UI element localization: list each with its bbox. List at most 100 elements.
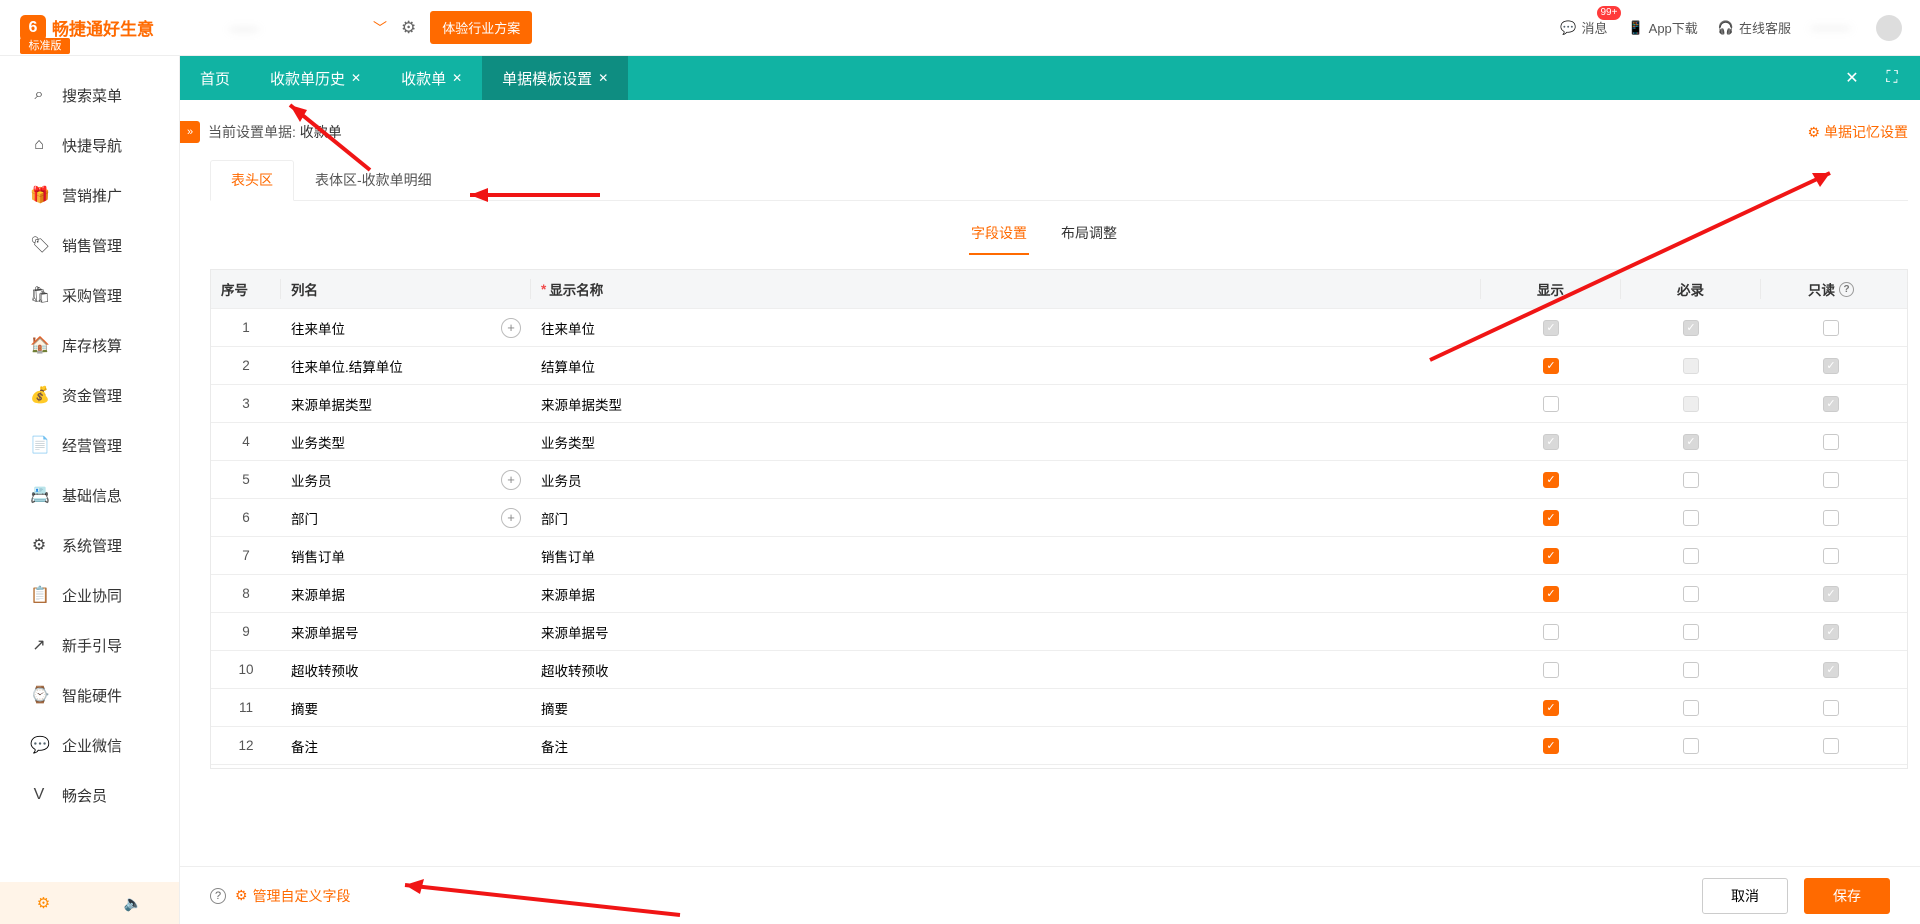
help-icon: ?	[210, 888, 226, 904]
org-selector[interactable]: —— ﹀	[230, 18, 401, 38]
checkbox[interactable]	[1683, 624, 1699, 640]
cell-readonly	[1761, 624, 1901, 640]
cell-required	[1621, 434, 1761, 450]
zone-tab-0[interactable]: 表头区	[210, 160, 294, 201]
checkbox[interactable]	[1823, 700, 1839, 716]
sidebar-item-9[interactable]: ⚙ 系统管理	[0, 520, 179, 570]
page-tab-3[interactable]: 单据模板设置✕	[482, 56, 628, 100]
checkbox[interactable]	[1823, 738, 1839, 754]
cell-name: 备注	[281, 736, 531, 756]
cell-index: 5	[211, 472, 281, 487]
close-icon[interactable]: ✕	[351, 71, 361, 85]
checkbox[interactable]	[1543, 472, 1559, 488]
cancel-button[interactable]: 取消	[1702, 878, 1788, 914]
cell-index: 10	[211, 662, 281, 677]
cell-display[interactable]: 来源单据号	[531, 622, 1481, 642]
sidebar-item-13[interactable]: 💬 企业微信	[0, 720, 179, 770]
fullscreen-icon[interactable]: ⛶	[1874, 56, 1910, 100]
sidebar-settings-icon[interactable]: ⚙	[37, 894, 50, 912]
cell-display[interactable]: 部门	[531, 508, 1481, 528]
cell-display[interactable]: 业务类型	[531, 432, 1481, 452]
checkbox[interactable]	[1683, 472, 1699, 488]
checkbox[interactable]	[1823, 510, 1839, 526]
page-tab-1[interactable]: 收款单历史✕	[250, 56, 381, 100]
page-tab-0[interactable]: 首页	[180, 56, 250, 100]
cell-display[interactable]: 业务员	[531, 470, 1481, 490]
sidebar-item-5[interactable]: 🏠 库存核算	[0, 320, 179, 370]
messages-label: 消息	[1581, 18, 1607, 37]
cell-display[interactable]: 超收转预收	[531, 660, 1481, 680]
content: » 当前设置单据: 收款单 ⚙ 单据记忆设置 表头区表体区-收款单明细 字段设置…	[180, 100, 1920, 924]
checkbox[interactable]	[1543, 662, 1559, 678]
checkbox[interactable]	[1543, 586, 1559, 602]
manage-custom-fields-link[interactable]: ? ⚙ 管理自定义字段	[210, 886, 351, 906]
checkbox[interactable]	[1823, 548, 1839, 564]
checkbox[interactable]	[1683, 738, 1699, 754]
checkbox[interactable]	[1543, 738, 1559, 754]
sidebar-item-0[interactable]: ⌕ 搜索菜单	[0, 70, 179, 120]
sidebar-item-1[interactable]: ⌂ 快捷导航	[0, 120, 179, 170]
checkbox[interactable]	[1683, 548, 1699, 564]
sidebar-item-14[interactable]: V 畅会员	[0, 770, 179, 820]
gear-icon[interactable]: ⚙	[401, 18, 416, 38]
cell-display[interactable]: 销售订单	[531, 546, 1481, 566]
checkbox[interactable]	[1543, 358, 1559, 374]
close-icon[interactable]: ✕	[598, 71, 608, 85]
sub-tab-0[interactable]: 字段设置	[969, 217, 1029, 255]
collapse-handle-icon[interactable]: »	[180, 121, 200, 143]
table-row: 7 销售订单 销售订单	[211, 536, 1907, 574]
cell-display[interactable]: 来源单据类型	[531, 394, 1481, 414]
checkbox[interactable]	[1683, 510, 1699, 526]
close-all-tabs-icon[interactable]: ✕	[1834, 56, 1870, 100]
checkbox[interactable]	[1543, 700, 1559, 716]
sidebar-sound-icon[interactable]: 🔈	[124, 894, 143, 912]
checkbox[interactable]	[1823, 472, 1839, 488]
close-icon[interactable]: ✕	[452, 71, 462, 85]
save-button[interactable]: 保存	[1804, 878, 1890, 914]
checkbox[interactable]	[1543, 624, 1559, 640]
experience-button[interactable]: 体验行业方案	[430, 11, 532, 44]
sidebar-item-4[interactable]: 🛍 采购管理	[0, 270, 179, 320]
sidebar-item-7[interactable]: 📄 经营管理	[0, 420, 179, 470]
page-tabs: 首页收款单历史✕收款单✕单据模板设置✕ ✕ ⛶	[180, 56, 1920, 100]
avatar[interactable]	[1876, 15, 1902, 41]
sidebar-item-icon: ⚙	[30, 535, 48, 555]
sidebar-item-label: 系统管理	[62, 535, 122, 556]
checkbox[interactable]	[1683, 662, 1699, 678]
brand-logo[interactable]: 畅捷通好生意	[20, 15, 190, 41]
add-icon[interactable]: +	[501, 508, 521, 528]
cell-display[interactable]: 往来单位	[531, 318, 1481, 338]
cell-name: 来源单据号	[281, 622, 531, 642]
cell-display[interactable]: 结算单位	[531, 356, 1481, 376]
checkbox[interactable]	[1823, 320, 1839, 336]
cell-display[interactable]: 来源单据	[531, 584, 1481, 604]
checkbox	[1543, 434, 1559, 450]
add-icon[interactable]: +	[501, 318, 521, 338]
checkbox[interactable]	[1823, 434, 1839, 450]
online-service-button[interactable]: 🎧 在线客服	[1718, 18, 1791, 37]
sidebar-item-12[interactable]: ⌚ 智能硬件	[0, 670, 179, 720]
checkbox[interactable]	[1683, 700, 1699, 716]
sidebar-item-3[interactable]: 🏷 销售管理	[0, 220, 179, 270]
add-icon[interactable]: +	[501, 470, 521, 490]
page-tab-2[interactable]: 收款单✕	[381, 56, 482, 100]
sidebar-item-8[interactable]: 📇 基础信息	[0, 470, 179, 520]
messages-button[interactable]: 💬 消息 99+	[1560, 18, 1607, 37]
checkbox[interactable]	[1543, 396, 1559, 412]
cell-index: 7	[211, 548, 281, 563]
checkbox[interactable]	[1543, 548, 1559, 564]
sidebar-item-11[interactable]: ↗ 新手引导	[0, 620, 179, 670]
table-row: 1 往来单位+ 往来单位	[211, 308, 1907, 346]
app-download-button[interactable]: 📱 App下载	[1627, 18, 1697, 37]
sub-tab-1[interactable]: 布局调整	[1059, 217, 1119, 255]
cell-display[interactable]: 摘要	[531, 698, 1481, 718]
memory-settings-link[interactable]: ⚙ 单据记忆设置	[1807, 122, 1908, 142]
cell-display[interactable]: 备注	[531, 736, 1481, 756]
sidebar-item-10[interactable]: 📋 企业协同	[0, 570, 179, 620]
sidebar-item-label: 营销推广	[62, 185, 122, 206]
checkbox[interactable]	[1683, 586, 1699, 602]
checkbox[interactable]	[1543, 510, 1559, 526]
sidebar-item-2[interactable]: 🎁 营销推广	[0, 170, 179, 220]
sidebar-item-6[interactable]: 💰 资金管理	[0, 370, 179, 420]
zone-tab-1[interactable]: 表体区-收款单明细	[294, 160, 453, 201]
